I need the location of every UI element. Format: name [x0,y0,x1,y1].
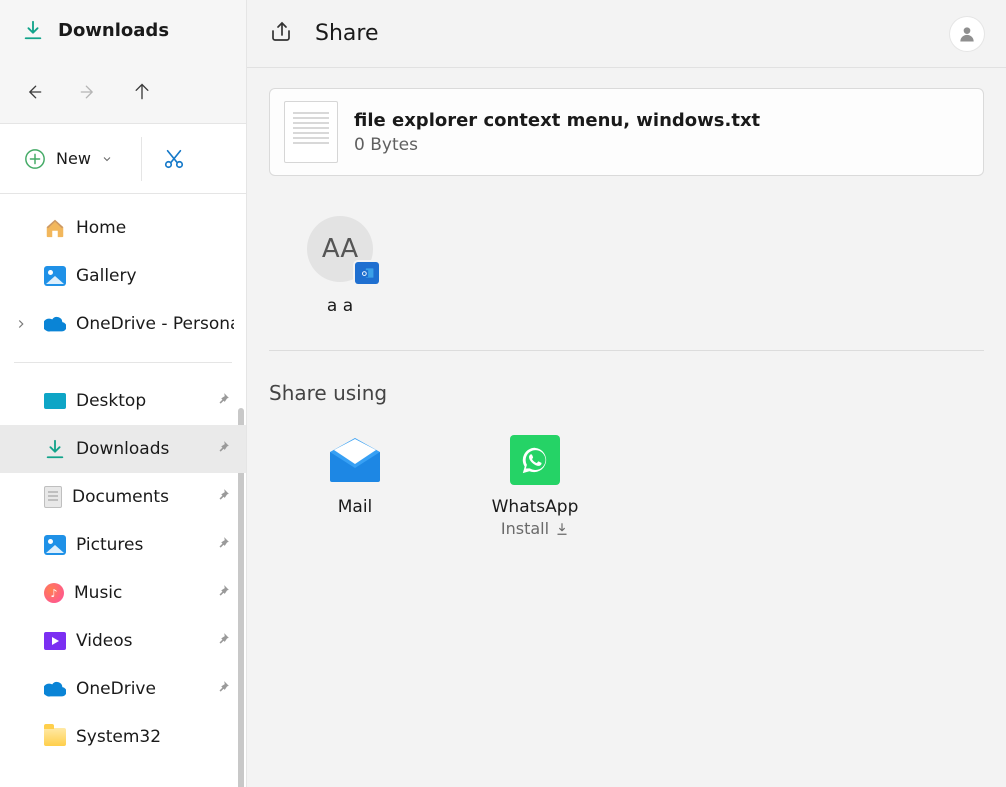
pin-icon [216,583,230,603]
cloud-icon [44,678,66,700]
tree-item-gallery[interactable]: Gallery [0,252,246,300]
tree-item-label: OneDrive [76,679,156,699]
share-panel: Share file explorer context menu, window… [247,0,1006,787]
download-icon [555,522,569,536]
shared-file-card: file explorer context menu, windows.txt … [269,88,984,176]
arrow-left-icon [24,82,44,102]
share-app-whatsapp[interactable]: WhatsApp Install [475,435,595,538]
tree-item-label: Downloads [76,439,169,459]
forward-button[interactable] [64,72,112,112]
tree-item-onedrive-personal[interactable]: OneDrive - Personal [0,300,246,348]
tree-item-label: Home [76,218,126,238]
explorer-header: Downloads [0,0,246,60]
outlook-badge-icon [355,262,379,284]
tree-item-label: Documents [72,487,169,507]
gallery-icon [44,266,66,286]
back-button[interactable] [10,72,58,112]
new-button-label: New [56,149,91,168]
downloads-icon [44,438,66,460]
whatsapp-icon [508,435,562,485]
share-using-title: Share using [269,381,984,405]
share-title: Share [315,21,379,46]
share-app-label: WhatsApp [492,497,579,517]
pin-icon [216,391,230,411]
text-file-icon [284,101,338,163]
arrow-right-icon [78,82,98,102]
share-app-label: Mail [338,497,373,517]
share-app-list: Mail WhatsApp Install [269,435,984,538]
contact-avatar: AA [307,216,373,282]
tree-item-pictures[interactable]: Pictures [0,521,246,569]
chevron-down-icon [101,153,113,165]
pin-icon [216,535,230,555]
toolbar-divider [141,137,142,181]
new-button[interactable]: New [14,140,123,178]
explorer-nav-bar [0,60,246,124]
share-app-mail[interactable]: Mail [295,435,415,538]
pin-icon [216,679,230,699]
tree-separator [14,362,232,363]
pin-icon [216,631,230,651]
scissors-icon [163,148,185,170]
account-button[interactable] [950,17,984,51]
tree-item-system32[interactable]: System32 [0,713,246,761]
tree-item-label: OneDrive - Personal [76,314,234,334]
tree-item-label: Pictures [76,535,143,555]
home-icon [44,217,66,239]
explorer-toolbar: New [0,124,246,194]
share-body: file explorer context menu, windows.txt … [247,68,1006,787]
tree-item-label: Music [74,583,122,603]
install-label: Install [501,519,549,538]
tree-item-videos[interactable]: Videos [0,617,246,665]
desktop-icon [44,393,66,409]
pin-icon [216,439,230,459]
share-header: Share [247,0,1006,68]
file-explorer-panel: Downloads New [0,0,247,787]
plus-circle-icon [24,148,46,170]
cut-button[interactable] [156,141,192,177]
person-icon [957,24,977,44]
share-app-sublabel: Install [501,519,569,538]
chevron-right-icon[interactable] [14,317,32,331]
share-divider [269,350,984,351]
contact-name: a a [327,296,353,316]
tree-item-home[interactable]: Home [0,204,246,252]
explorer-title: Downloads [58,20,169,41]
explorer-tree[interactable]: Home Gallery OneDrive - Personal Desktop [0,194,246,787]
tree-item-label: Gallery [76,266,137,286]
contact-initials: AA [322,234,358,264]
tree-item-desktop[interactable]: Desktop [0,377,246,425]
downloads-header-icon [22,19,44,41]
shared-file-size: 0 Bytes [354,135,760,155]
tree-item-onedrive[interactable]: OneDrive [0,665,246,713]
tree-item-music[interactable]: ♪ Music [0,569,246,617]
pin-icon [216,487,230,507]
shared-file-name: file explorer context menu, windows.txt [354,110,760,131]
cloud-icon [44,313,66,335]
documents-icon [44,486,62,508]
music-icon: ♪ [44,583,64,603]
tree-item-label: Desktop [76,391,146,411]
tree-item-downloads[interactable]: Downloads [0,425,246,473]
pictures-icon [44,535,66,555]
tree-item-label: Videos [76,631,133,651]
tree-item-label: System32 [76,727,161,747]
share-out-icon [269,20,293,48]
videos-icon [44,632,66,650]
share-contact[interactable]: AA a a [285,216,395,316]
mail-icon [328,435,382,485]
folder-icon [44,728,66,746]
arrow-up-icon [132,82,152,102]
up-button[interactable] [118,72,166,112]
tree-item-documents[interactable]: Documents [0,473,246,521]
